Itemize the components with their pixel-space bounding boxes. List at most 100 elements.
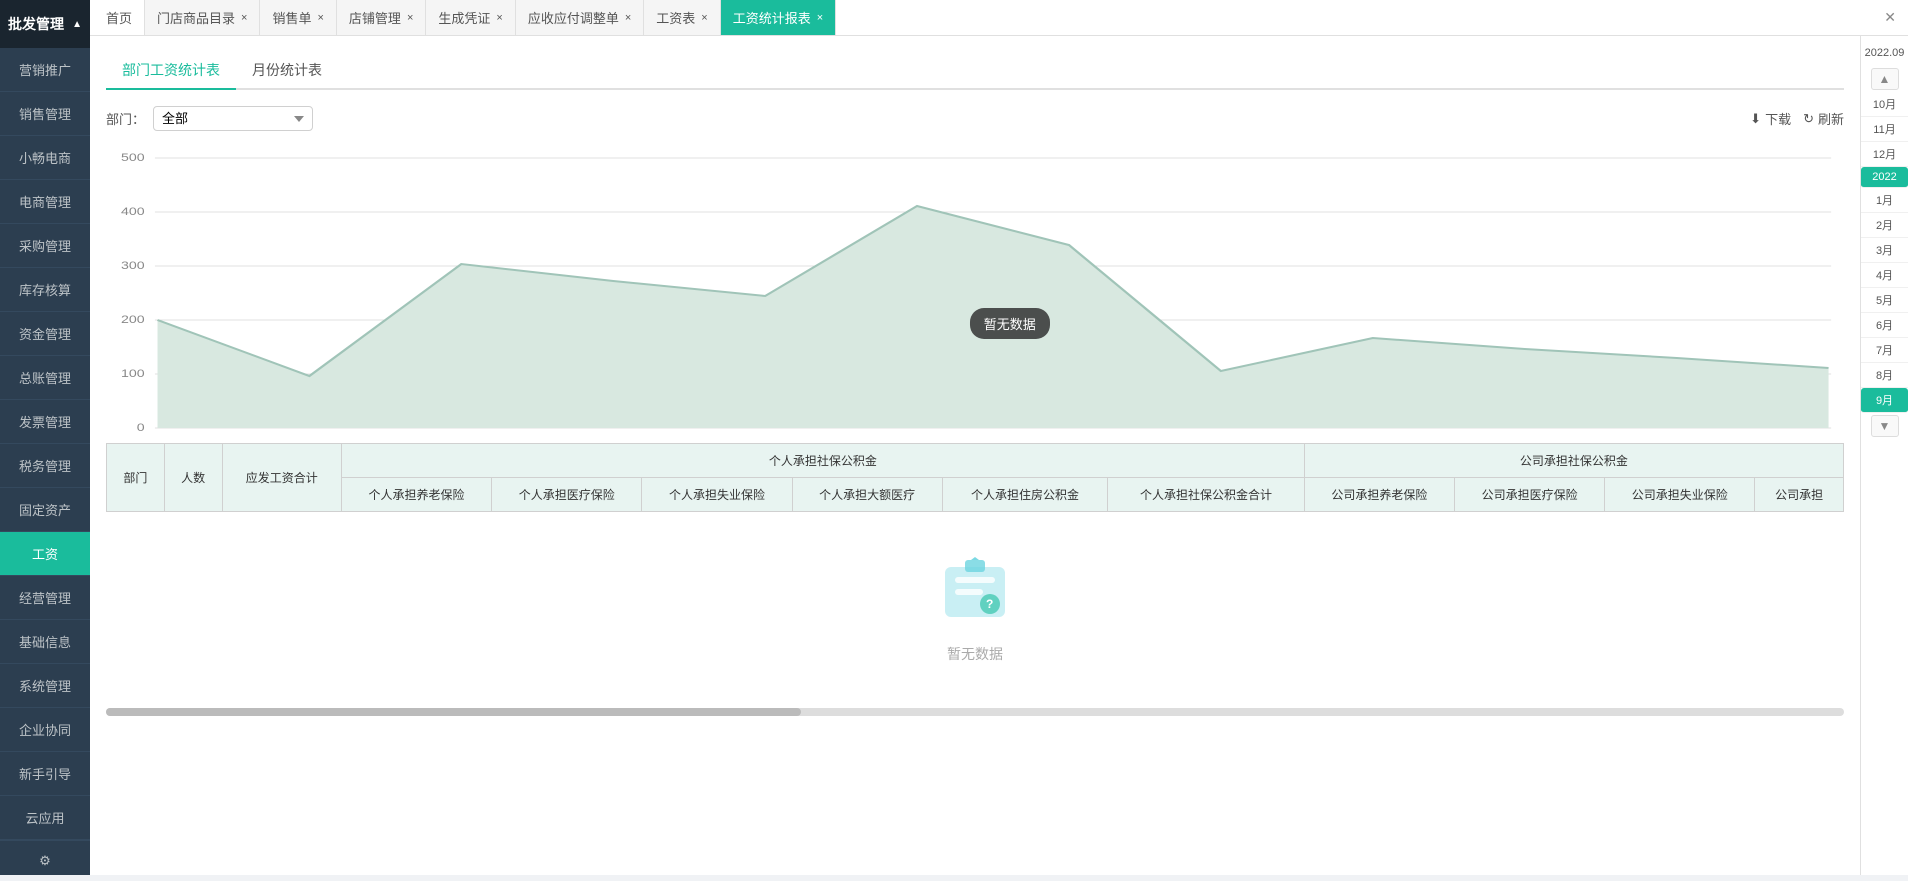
th-sub-个人承担失业保险: 个人承担失业保险 bbox=[642, 478, 792, 512]
dept-label: 部门： bbox=[106, 109, 145, 128]
sidebar: 批发管理 ▲ 营销推广销售管理小畅电商电商管理采购管理库存核算资金管理总账管理发… bbox=[0, 0, 90, 875]
tab-close-icon[interactable]: × bbox=[625, 12, 631, 24]
th-dept: 部门 bbox=[107, 444, 165, 512]
download-button[interactable]: ⬇ 下载 bbox=[1750, 109, 1791, 128]
sub-tabs: 部门工资统计表 月份统计表 bbox=[106, 52, 1844, 90]
sidebar-item-电商管理[interactable]: 电商管理 bbox=[0, 180, 90, 224]
dept-select[interactable]: 全部 bbox=[153, 106, 313, 131]
th-count: 人数 bbox=[164, 444, 222, 512]
table-container: 部门 人数 应发工资合计 个人承担社保公积金 公司承担社保公积金 个人承担养老保… bbox=[106, 443, 1844, 859]
sidebar-items: 营销推广销售管理小畅电商电商管理采购管理库存核算资金管理总账管理发票管理税务管理… bbox=[0, 48, 90, 840]
tab-应收应付调整单[interactable]: 应收应付调整单× bbox=[516, 0, 644, 36]
date-item-10月[interactable]: 10月 bbox=[1861, 92, 1908, 117]
th-sub-公司承担养老保险: 公司承担养老保险 bbox=[1304, 478, 1454, 512]
sidebar-item-库存核算[interactable]: 库存核算 bbox=[0, 268, 90, 312]
th-personal-insurance: 个人承担社保公积金 bbox=[341, 444, 1304, 478]
date-panel-current: 2022.09 bbox=[1861, 44, 1908, 62]
tab-close-icon[interactable]: × bbox=[701, 12, 707, 24]
date-item-5月[interactable]: 5月 bbox=[1861, 288, 1908, 313]
empty-state: ? 暂无数据 bbox=[107, 512, 1844, 704]
date-item-7月[interactable]: 7月 bbox=[1861, 338, 1908, 363]
table-empty-row: ? 暂无数据 bbox=[107, 512, 1844, 705]
tabs-container: 首页门店商品目录×销售单×店铺管理×生成凭证×应收应付调整单×工资表×工资统计报… bbox=[94, 0, 1872, 36]
sidebar-item-新手引导[interactable]: 新手引导 bbox=[0, 752, 90, 796]
th-sub-个人承担社保公积金合计: 个人承担社保公积金合计 bbox=[1108, 478, 1304, 512]
tabs-bar: 首页门店商品目录×销售单×店铺管理×生成凭证×应收应付调整单×工资表×工资统计报… bbox=[90, 0, 1908, 36]
sidebar-item-小畅电商[interactable]: 小畅电商 bbox=[0, 136, 90, 180]
th-sub-公司承担: 公司承担 bbox=[1755, 478, 1844, 512]
date-item-4月[interactable]: 4月 bbox=[1861, 263, 1908, 288]
page-content: 部门工资统计表 月份统计表 部门： 全部 ⬇ 下载 ↻ bbox=[90, 36, 1860, 875]
sidebar-item-云应用[interactable]: 云应用 bbox=[0, 796, 90, 840]
sidebar-item-销售管理[interactable]: 销售管理 bbox=[0, 92, 90, 136]
scrollbar-thumb bbox=[106, 708, 801, 716]
date-item-2月[interactable]: 2月 bbox=[1861, 213, 1908, 238]
date-items-container: 10月11月12月20221月2月3月4月5月6月7月8月9月 bbox=[1861, 92, 1908, 413]
date-item-11月[interactable]: 11月 bbox=[1861, 117, 1908, 142]
svg-text:300: 300 bbox=[121, 259, 145, 271]
main-area: 首页门店商品目录×销售单×店铺管理×生成凭证×应收应付调整单×工资表×工资统计报… bbox=[90, 0, 1908, 875]
chart-svg: 500 400 300 200 100 0 bbox=[106, 143, 1844, 443]
tab-生成凭证[interactable]: 生成凭证× bbox=[426, 0, 515, 36]
tabs-close-all-button[interactable]: ✕ bbox=[1872, 9, 1908, 26]
tab-close-icon[interactable]: × bbox=[407, 12, 413, 24]
tab-close-icon[interactable]: × bbox=[241, 12, 247, 24]
sub-tab-month[interactable]: 月份统计表 bbox=[236, 52, 338, 88]
date-panel: 2022.09 ▲ 10月11月12月20221月2月3月4月5月6月7月8月9… bbox=[1860, 36, 1908, 875]
svg-text:?: ? bbox=[986, 597, 993, 611]
date-nav-down[interactable]: ▼ bbox=[1871, 415, 1899, 437]
th-company-insurance: 公司承担社保公积金 bbox=[1304, 444, 1843, 478]
sidebar-item-系统管理[interactable]: 系统管理 bbox=[0, 664, 90, 708]
horizontal-scrollbar[interactable] bbox=[106, 708, 1844, 716]
table-sub-headers-row: 个人承担养老保险个人承担医疗保险个人承担失业保险个人承担大额医疗个人承担住房公积… bbox=[107, 478, 1844, 512]
sidebar-item-工资[interactable]: 工资 bbox=[0, 532, 90, 576]
sidebar-item-发票管理[interactable]: 发票管理 bbox=[0, 400, 90, 444]
th-sub-个人承担大额医疗: 个人承担大额医疗 bbox=[792, 478, 942, 512]
tab-工资统计报表[interactable]: 工资统计报表× bbox=[721, 0, 836, 36]
download-icon: ⬇ bbox=[1750, 111, 1761, 127]
date-item-2022[interactable]: 2022 bbox=[1861, 167, 1908, 188]
date-item-1月[interactable]: 1月 bbox=[1861, 188, 1908, 213]
sidebar-header[interactable]: 批发管理 ▲ bbox=[0, 0, 90, 48]
date-item-9月[interactable]: 9月 bbox=[1861, 388, 1908, 413]
settings-icon: ⚙ bbox=[39, 853, 51, 868]
tab-销售单[interactable]: 销售单× bbox=[260, 0, 336, 36]
date-item-3月[interactable]: 3月 bbox=[1861, 238, 1908, 263]
tab-首页[interactable]: 首页 bbox=[94, 0, 145, 36]
sidebar-item-资金管理[interactable]: 资金管理 bbox=[0, 312, 90, 356]
sidebar-item-税务管理[interactable]: 税务管理 bbox=[0, 444, 90, 488]
tab-close-icon[interactable]: × bbox=[496, 12, 502, 24]
sidebar-item-经营管理[interactable]: 经营管理 bbox=[0, 576, 90, 620]
empty-icon: ? bbox=[935, 552, 1015, 632]
sidebar-item-固定资产[interactable]: 固定资产 bbox=[0, 488, 90, 532]
date-item-6月[interactable]: 6月 bbox=[1861, 313, 1908, 338]
tab-门店商品目录[interactable]: 门店商品目录× bbox=[145, 0, 260, 36]
th-sub-公司承担失业保险: 公司承担失业保险 bbox=[1605, 478, 1755, 512]
th-sub-个人承担养老保险: 个人承担养老保险 bbox=[341, 478, 491, 512]
sidebar-item-总账管理[interactable]: 总账管理 bbox=[0, 356, 90, 400]
sidebar-item-企业协同[interactable]: 企业协同 bbox=[0, 708, 90, 752]
tab-店铺管理[interactable]: 店铺管理× bbox=[337, 0, 426, 36]
svg-text:100: 100 bbox=[121, 367, 145, 379]
date-nav-up[interactable]: ▲ bbox=[1871, 68, 1899, 90]
download-label: 下载 bbox=[1765, 109, 1791, 128]
dept-filter: 部门： 全部 bbox=[106, 106, 313, 131]
tab-close-icon[interactable]: × bbox=[817, 12, 823, 24]
tab-工资表[interactable]: 工资表× bbox=[644, 0, 720, 36]
th-sub-个人承担住房公积金: 个人承担住房公积金 bbox=[942, 478, 1108, 512]
toolbar-actions: ⬇ 下载 ↻ 刷新 bbox=[1750, 109, 1844, 128]
th-total-salary: 应发工资合计 bbox=[222, 444, 341, 512]
svg-text:500: 500 bbox=[121, 151, 145, 163]
refresh-button[interactable]: ↻ 刷新 bbox=[1803, 109, 1844, 128]
date-item-8月[interactable]: 8月 bbox=[1861, 363, 1908, 388]
sub-tab-dept[interactable]: 部门工资统计表 bbox=[106, 52, 236, 90]
sidebar-item-营销推广[interactable]: 营销推广 bbox=[0, 48, 90, 92]
sidebar-item-采购管理[interactable]: 采购管理 bbox=[0, 224, 90, 268]
date-item-12月[interactable]: 12月 bbox=[1861, 142, 1908, 167]
th-sub-公司承担医疗保险: 公司承担医疗保险 bbox=[1454, 478, 1604, 512]
sidebar-title: 批发管理 bbox=[8, 14, 64, 34]
tab-close-icon[interactable]: × bbox=[317, 12, 323, 24]
svg-text:200: 200 bbox=[121, 313, 145, 325]
sidebar-item-基础信息[interactable]: 基础信息 bbox=[0, 620, 90, 664]
svg-text:0: 0 bbox=[137, 421, 145, 433]
